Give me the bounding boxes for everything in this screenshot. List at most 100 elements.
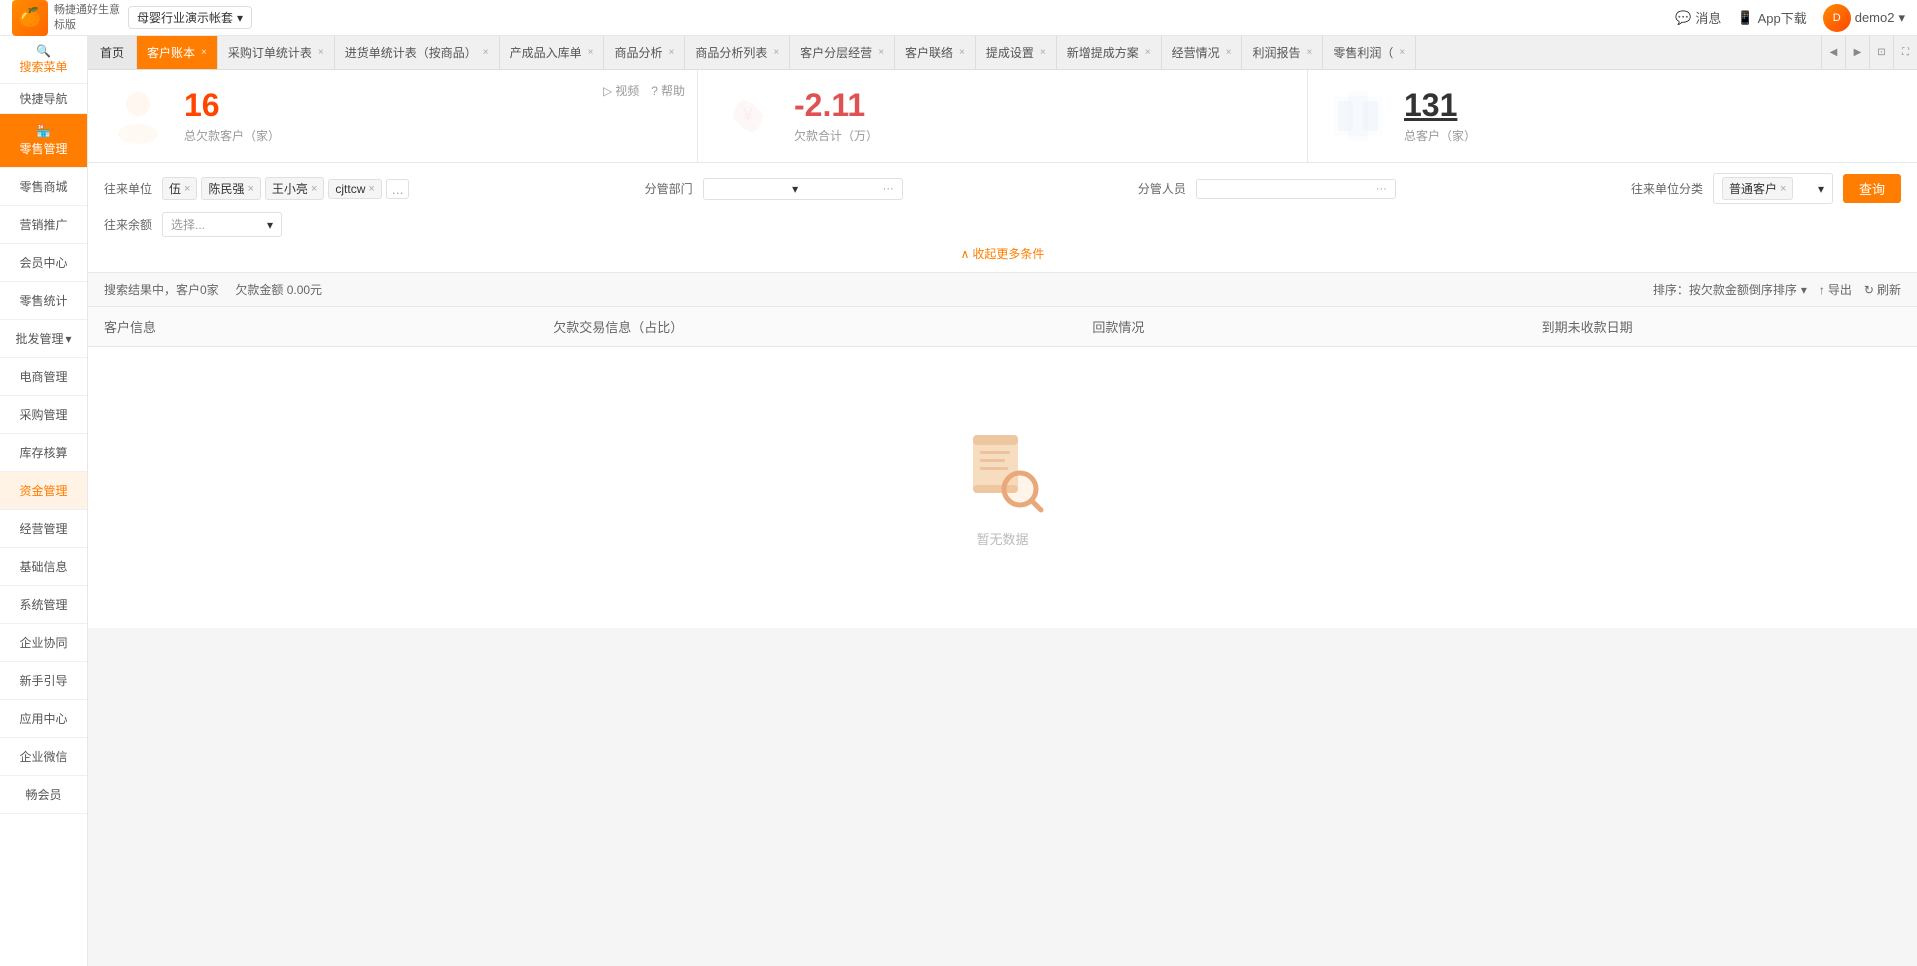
refresh-btn[interactable]: ↻ 刷新 xyxy=(1864,281,1901,298)
debt-total-label: 欠款合计（万） xyxy=(794,127,878,144)
close-icon[interactable]: × xyxy=(1226,47,1232,58)
remove-wang-btn[interactable]: × xyxy=(311,183,317,195)
total-customers-value: 131 xyxy=(1404,89,1476,121)
tab-next-btn[interactable]: ▶ xyxy=(1845,36,1869,70)
export-btn[interactable]: ↑ 导出 xyxy=(1819,281,1852,298)
sidebar-item-operation-mgmt[interactable]: 经营管理 xyxy=(0,510,87,548)
refresh-icon: ↻ xyxy=(1864,283,1874,297)
close-icon[interactable]: × xyxy=(1040,47,1046,58)
chevron-up-icon: ∧ xyxy=(961,247,970,261)
tab-customer-contact[interactable]: 客户联络 × xyxy=(895,36,976,70)
remove-wu-btn[interactable]: × xyxy=(184,183,190,195)
sidebar-item-basic-info[interactable]: 基础信息 xyxy=(0,548,87,586)
sidebar-item-enterprise-wechat[interactable]: 企业微信 xyxy=(0,738,87,776)
tab-fullscreen-btn[interactable]: ⛶ xyxy=(1893,36,1917,70)
remove-normal-btn[interactable]: × xyxy=(1780,183,1786,195)
video-btn[interactable]: ▷ 视频 xyxy=(603,82,639,99)
tab-profit-report[interactable]: 利润报告 × xyxy=(1242,36,1323,70)
col-header-date: 到期未收款日期 xyxy=(1542,317,1901,336)
results-bar-right: 排序：按欠款金额倒序排序 ▾ ↑ 导出 ↻ 刷新 xyxy=(1653,281,1901,298)
sidebar-item-app-center[interactable]: 应用中心 xyxy=(0,700,87,738)
close-icon[interactable]: × xyxy=(959,47,965,58)
close-icon[interactable]: × xyxy=(201,47,207,58)
tab-customer-account[interactable]: 客户账本 × xyxy=(137,36,218,70)
sidebar-item-member-center[interactable]: 会员中心 xyxy=(0,244,87,282)
summary-card1-content: 16 总欠款客户（家） xyxy=(184,89,280,144)
sidebar-quick-nav[interactable]: 快捷导航 xyxy=(0,84,87,114)
table-container: 客户信息 欠款交易信息（占比） 回款情况 到期未收款日期 xyxy=(88,307,1917,628)
app-download-btn[interactable]: 📱 App下载 xyxy=(1737,8,1806,27)
sidebar-item-enterprise-coop[interactable]: 企业协同 xyxy=(0,624,87,662)
sidebar-item-system-mgmt[interactable]: 系统管理 xyxy=(0,586,87,624)
tab-operation-status[interactable]: 经营情况 × xyxy=(1162,36,1243,70)
tab-new-promotion-plan[interactable]: 新增提成方案 × xyxy=(1057,36,1162,70)
tab-purchase-order-stats[interactable]: 采购订单统计表 × xyxy=(218,36,335,70)
close-icon[interactable]: × xyxy=(588,47,594,58)
close-icon[interactable]: × xyxy=(878,47,884,58)
close-icon[interactable]: × xyxy=(773,47,779,58)
sidebar-item-ecommerce-mgmt[interactable]: 电商管理 xyxy=(0,358,87,396)
content-area: 首页 客户账本 × 采购订单统计表 × 进货单统计表（按商品） × 产成品入库单… xyxy=(88,36,1917,966)
col-header-repayment: 回款情况 xyxy=(1092,317,1541,336)
main-content: 16 总欠款客户（家） ▷ 视频 ? 帮助 ¥ xyxy=(88,70,1917,966)
chevron-down-icon: ▾ xyxy=(1818,182,1824,196)
tab-retail-profit[interactable]: 零售利润（ × xyxy=(1323,36,1416,70)
message-btn[interactable]: 💬 消息 xyxy=(1675,8,1721,27)
balance-filter-select[interactable]: 选择... ▾ xyxy=(162,212,282,237)
sidebar-item-wholesale-mgmt[interactable]: 批发管理 ▾ xyxy=(0,320,87,358)
total-debt-customers-label: 总欠款客户（家） xyxy=(184,127,280,144)
unit-type-filter-label: 往来单位分类 xyxy=(1631,180,1703,197)
unit-type-filter-select[interactable]: 普通客户 × ▾ xyxy=(1713,173,1833,204)
tab-promotion-settings[interactable]: 提成设置 × xyxy=(976,36,1057,70)
unit-tag-cjttcw: cjttcw × xyxy=(328,179,381,199)
sidebar-item-marketing[interactable]: 营销推广 xyxy=(0,206,87,244)
person-filter-select[interactable]: ··· xyxy=(1196,179,1396,199)
total-customers-icon xyxy=(1328,86,1388,146)
total-customers-label: 总客户（家） xyxy=(1404,127,1476,144)
sidebar-item-retail-mgmt[interactable]: 🏪 零售管理 xyxy=(0,114,87,168)
sidebar-item-retail-stats[interactable]: 零售统计 xyxy=(0,282,87,320)
help-btn[interactable]: ? 帮助 xyxy=(651,82,685,99)
col-header-customer: 客户信息 xyxy=(104,317,553,336)
close-icon[interactable]: × xyxy=(318,47,324,58)
query-button[interactable]: 查询 xyxy=(1843,174,1901,203)
remove-chen-btn[interactable]: × xyxy=(247,183,253,195)
sidebar: 🔍 搜索菜单 快捷导航 🏪 零售管理 零售商城 营销推广 会员中心 零售统计 xyxy=(0,36,88,966)
sidebar-item-vip-member[interactable]: 畅会员 xyxy=(0,776,87,814)
close-icon[interactable]: × xyxy=(1399,47,1405,58)
tab-product-in[interactable]: 产成品入库单 × xyxy=(500,36,605,70)
chevron-down-icon: ▾ xyxy=(65,332,71,346)
sidebar-item-purchase-mgmt[interactable]: 采购管理 xyxy=(0,396,87,434)
tab-home[interactable]: 首页 xyxy=(88,36,137,70)
chevron-down-icon: ▾ xyxy=(267,218,273,232)
sidebar-item-inventory-check[interactable]: 库存核算 xyxy=(0,434,87,472)
tab-customer-segment[interactable]: 客户分层经营 × xyxy=(790,36,895,70)
empty-state-text: 暂无数据 xyxy=(976,529,1028,548)
logo-area: 🍊 畅捷通好生意 标版 xyxy=(12,0,120,36)
sidebar-item-retail-mall[interactable]: 零售商城 xyxy=(0,168,87,206)
close-icon[interactable]: × xyxy=(1145,47,1151,58)
tab-goods-analysis-list[interactable]: 商品分析列表 × xyxy=(685,36,790,70)
close-icon[interactable]: × xyxy=(483,47,489,58)
summary-card-customers: 16 总欠款客户（家） ▷ 视频 ? 帮助 xyxy=(88,70,698,162)
dept-filter-select[interactable]: ▾ ··· xyxy=(703,178,903,200)
unit-tag-wu: 伍 × xyxy=(162,177,197,200)
sort-select[interactable]: 排序：按欠款金额倒序排序 ▾ xyxy=(1653,281,1807,298)
more-tags-btn[interactable]: ... xyxy=(386,179,410,199)
org-selector[interactable]: 母婴行业演示帐套 ▾ xyxy=(128,6,252,29)
tab-expand-btn[interactable]: ⊡ xyxy=(1869,36,1893,70)
close-icon[interactable]: × xyxy=(1306,47,1312,58)
remove-cjttcw-btn[interactable]: × xyxy=(368,183,374,195)
svg-text:¥: ¥ xyxy=(742,105,754,125)
close-icon[interactable]: × xyxy=(668,47,674,58)
unit-tag-chen: 陈民强 × xyxy=(201,177,260,200)
chevron-down-icon: ▾ xyxy=(792,182,798,196)
sidebar-item-finance-mgmt[interactable]: 资金管理 xyxy=(0,472,87,510)
sidebar-item-new-guide[interactable]: 新手引导 xyxy=(0,662,87,700)
collapse-btn[interactable]: ∧ 收起更多条件 xyxy=(961,245,1045,262)
user-menu[interactable]: D demo2 ▾ xyxy=(1823,4,1905,32)
sidebar-search[interactable]: 🔍 搜索菜单 xyxy=(0,36,87,84)
tab-prev-btn[interactable]: ◀ xyxy=(1821,36,1845,70)
tab-goods-in-stats[interactable]: 进货单统计表（按商品） × xyxy=(335,36,500,70)
tab-goods-analysis[interactable]: 商品分析 × xyxy=(604,36,685,70)
